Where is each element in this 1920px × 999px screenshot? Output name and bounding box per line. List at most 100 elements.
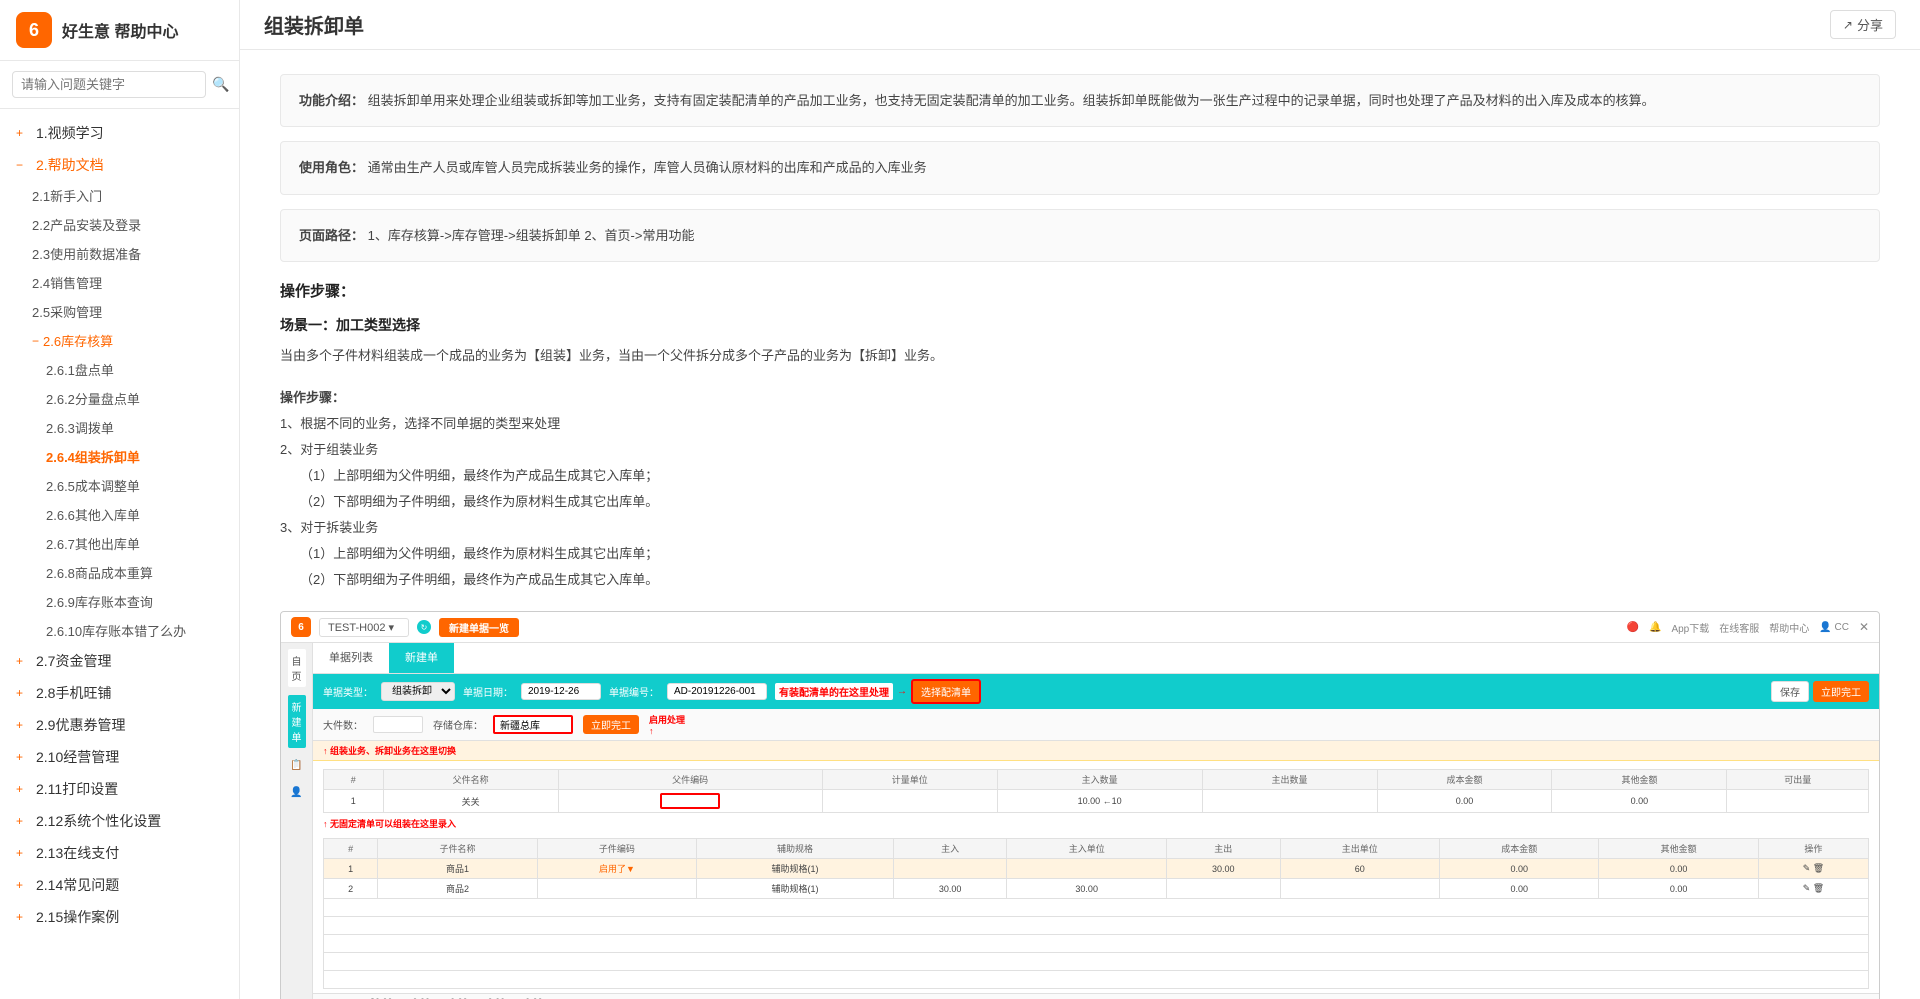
- share-button[interactable]: ↗ 分享: [1830, 10, 1896, 39]
- sidebar-item-2-4[interactable]: 2.4销售管理: [32, 268, 239, 297]
- step2: 2、对于组装业务: [280, 437, 1880, 463]
- warehouse-input[interactable]: [493, 715, 573, 734]
- sidebar-item-2-6-8[interactable]: 2.6.8商品成本重算: [46, 558, 239, 587]
- sidebar-item-2-7[interactable]: + 2.7资金管理: [0, 645, 239, 677]
- sidebar-item-2-5[interactable]: 2.5采购管理: [32, 297, 239, 326]
- table-row: [324, 935, 1869, 953]
- sidebar-item-2-6-10[interactable]: 2.6.10库存账本错了么办: [46, 616, 239, 645]
- sidebar-item-2-14[interactable]: + 2.14常见问题: [0, 869, 239, 901]
- toolbar-actions: 保存 立即完工: [1771, 681, 1869, 702]
- user-avatar[interactable]: 👤 CC: [1819, 622, 1849, 633]
- path-text: 1、库存核算->库存管理->组装拆卸单 2、首页->常用功能: [368, 228, 695, 243]
- table-row: [324, 971, 1869, 989]
- col-sub-cost: 成本金额: [1440, 839, 1599, 859]
- table-row: 2 商品2 辅助规格(1) 30.00 30.00 0.00 0.00: [324, 879, 1869, 899]
- share-icon: ↗: [1843, 18, 1853, 32]
- plus-icon: +: [16, 126, 30, 140]
- page-title: 组装拆卸单: [264, 10, 364, 39]
- col-sub-out: 主出: [1166, 839, 1280, 859]
- switch-annotation-text: ↑ 组装业务、拆卸业务在这里切换: [323, 744, 456, 757]
- sub-cell-name2: 商品2: [378, 879, 537, 899]
- refresh-icon[interactable]: ↻: [417, 620, 431, 634]
- sidebar-new-btn[interactable]: 新建单: [288, 695, 306, 748]
- minus-icon-2-6: −: [32, 334, 39, 348]
- sidebar-item-2-8-label: 2.8手机旺铺: [36, 683, 111, 703]
- sidebar-item-2-8[interactable]: + 2.8手机旺铺: [0, 677, 239, 709]
- table-row: [324, 953, 1869, 971]
- sidebar-item-2-10-label: 2.10经营管理: [36, 747, 119, 767]
- sub-cell-op: ✎ 🗑: [1758, 859, 1868, 879]
- tab-new[interactable]: 新建单: [389, 643, 454, 673]
- sidebar-item-video[interactable]: + 1.视频学习: [0, 117, 239, 149]
- sidebar-item-2-6-9[interactable]: 2.6.9库存账本查询: [46, 587, 239, 616]
- company-selector[interactable]: TEST-H002 ▾: [319, 618, 409, 637]
- sidebar-item-2-9-label: 2.9优惠券管理: [36, 715, 125, 735]
- save-btn[interactable]: 保存: [1771, 681, 1809, 702]
- switch-annotation-bar: ↑ 组装业务、拆卸业务在这里切换: [313, 741, 1879, 761]
- date-label: 单据日期：: [463, 684, 513, 699]
- sub-cell-code2: [537, 879, 696, 899]
- sidebar-item-2-6-7[interactable]: 2.6.7其他出库单: [46, 529, 239, 558]
- parent-code-input[interactable]: [660, 793, 720, 809]
- sidebar-item-2-1[interactable]: 2.1新手入门: [32, 181, 239, 210]
- new-order-btn[interactable]: 新建单据一览: [439, 618, 519, 637]
- sidebar-item-docs[interactable]: − 2.帮助文档: [0, 149, 239, 181]
- sidebar-item-2-6-5[interactable]: 2.6.5成本调整单: [46, 471, 239, 500]
- sidebar-item-2-7-label: 2.7资金管理: [36, 651, 111, 671]
- bell-icon: 🔔: [1649, 622, 1661, 633]
- sub-cell-in2: 30.00: [893, 879, 1007, 899]
- app-download-link[interactable]: App下载: [1671, 620, 1709, 635]
- app-logo-icon: 6: [291, 617, 311, 637]
- date-input[interactable]: [521, 683, 601, 700]
- code-input[interactable]: [667, 683, 767, 700]
- type-select[interactable]: 组装拆卸: [381, 682, 455, 701]
- app-icon-sidebar: 自页 新建单 📋 👤: [281, 643, 313, 999]
- sidebar-item-2-2[interactable]: 2.2产品安装及登录: [32, 210, 239, 239]
- sidebar-item-2-6-2[interactable]: 2.6.2分量盘点单: [46, 384, 239, 413]
- sidebar-item-2-6-6[interactable]: 2.6.6其他入库单: [46, 500, 239, 529]
- close-btn[interactable]: ✕: [1859, 620, 1869, 634]
- help-center-link[interactable]: 帮助中心: [1769, 620, 1809, 635]
- sidebar-item-2-10[interactable]: + 2.10经营管理: [0, 741, 239, 773]
- enable-annotation: 启用处理 ↑: [649, 713, 685, 736]
- sidebar-item-2-6-3[interactable]: 2.6.3调拨单: [46, 413, 239, 442]
- count-input[interactable]: [373, 716, 423, 733]
- plus-icon-2-13: +: [16, 846, 30, 860]
- sidebar-title: 好生意 帮助中心: [62, 18, 178, 42]
- table-row: [324, 917, 1869, 935]
- sidebar-item-2-6-1[interactable]: 2.6.1盘点单: [46, 355, 239, 384]
- sidebar-item-2-13[interactable]: + 2.13在线支付: [0, 837, 239, 869]
- start-work-btn[interactable]: 立即完工: [583, 715, 639, 734]
- confirm-btn[interactable]: 立即完工: [1813, 681, 1869, 702]
- sidebar-list-icon[interactable]: 📋: [286, 756, 306, 775]
- minus-icon: −: [16, 158, 30, 172]
- sub-cell-num: 1: [324, 859, 378, 879]
- sidebar-item-2-3[interactable]: 2.3使用前数据准备: [32, 239, 239, 268]
- cell-unit: [822, 790, 997, 813]
- col-other: 其他金额: [1552, 770, 1727, 790]
- sidebar-item-2-15[interactable]: + 2.15操作案例: [0, 901, 239, 933]
- sidebar-item-2-12[interactable]: + 2.12系统个性化设置: [0, 805, 239, 837]
- intro-box: 功能介绍： 组装拆卸单用来处理企业组装或拆卸等加工业务，支持有固定装配清单的产品…: [280, 74, 1880, 127]
- sidebar-item-2-9[interactable]: + 2.9优惠券管理: [0, 709, 239, 741]
- step3: 3、对于拆装业务: [280, 515, 1880, 541]
- sidebar-home-btn[interactable]: 自页: [288, 649, 306, 687]
- sidebar-item-2-11[interactable]: + 2.11打印设置: [0, 773, 239, 805]
- sidebar-header: 6 好生意 帮助中心: [0, 0, 239, 61]
- main-area: 组装拆卸单 ↗ 分享 功能介绍： 组装拆卸单用来处理企业组装或拆卸等加工业务，支…: [240, 0, 1920, 999]
- app-tab-bar: 单据列表 新建单: [313, 643, 1879, 674]
- sidebar-item-2-6[interactable]: − 2.6库存核算: [32, 326, 239, 355]
- online-service-link[interactable]: 在线客服: [1719, 620, 1759, 635]
- select-bom-btn[interactable]: 选择配清单: [911, 679, 981, 704]
- sub-cell-out: 30.00: [1166, 859, 1280, 879]
- search-icon[interactable]: 🔍: [212, 76, 229, 93]
- sidebar-person-icon[interactable]: 👤: [286, 783, 306, 802]
- search-input[interactable]: [12, 71, 206, 98]
- sub-cell-op2: ✎ 🗑: [1758, 879, 1868, 899]
- sidebar-item-2-6-4[interactable]: 2.6.4组装拆卸单: [46, 442, 239, 471]
- sub-toolbar: 大件数： 存储仓库： 立即完工 启用处理 ↑: [313, 709, 1879, 741]
- tab-list[interactable]: 单据列表: [313, 643, 389, 673]
- col-sub-in-unit: 主入单位: [1007, 839, 1166, 859]
- sub-cell-out2: [1166, 879, 1280, 899]
- sub-cell-spec2: 辅助规格(1): [697, 879, 894, 899]
